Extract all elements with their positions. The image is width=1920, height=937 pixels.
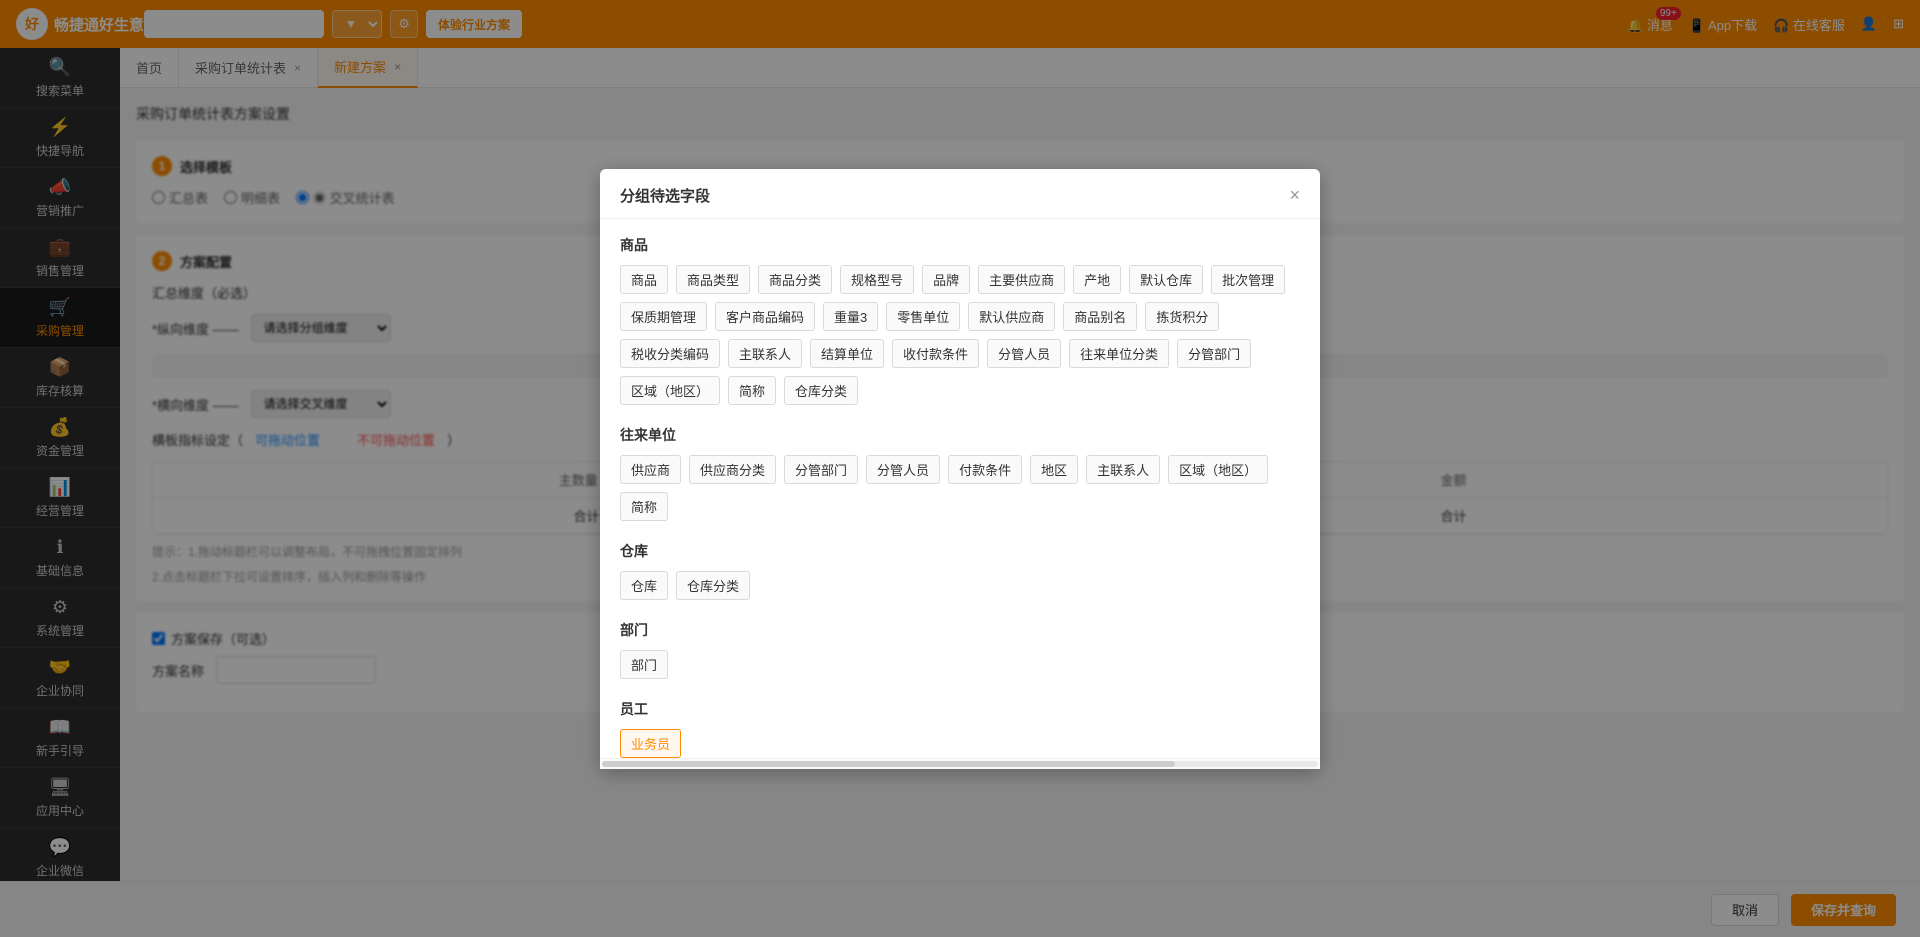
field-tag-retail-unit[interactable]: 零售单位 <box>886 302 960 331</box>
modal-close-button[interactable]: × <box>1289 185 1300 206</box>
field-tag-supervisor2[interactable]: 分管人员 <box>866 455 940 484</box>
section-counterpart-title: 往来单位 <box>620 425 1300 445</box>
field-tag-main-contact[interactable]: 主联系人 <box>728 339 802 368</box>
field-tag-batch-management[interactable]: 批次管理 <box>1211 265 1285 294</box>
section-employee: 员工 业务员 <box>620 699 1300 758</box>
field-tag-payment-terms[interactable]: 收付款条件 <box>892 339 979 368</box>
modal-title: 分组待选字段 <box>620 185 710 206</box>
modal-header: 分组待选字段 × <box>600 169 1320 219</box>
field-tag-warehouse-cat[interactable]: 仓库分类 <box>676 571 750 600</box>
field-tag-settlement-unit[interactable]: 结算单位 <box>810 339 884 368</box>
field-tag-department[interactable]: 部门 <box>620 650 668 679</box>
field-tag-goods-type[interactable]: 商品类型 <box>676 265 750 294</box>
field-tag-counterpart-category[interactable]: 往来单位分类 <box>1069 339 1169 368</box>
field-tag-default-warehouse[interactable]: 默认仓库 <box>1129 265 1203 294</box>
section-employee-tags: 业务员 <box>620 729 1300 758</box>
field-tag-supervisor[interactable]: 分管人员 <box>987 339 1061 368</box>
field-tag-salesperson[interactable]: 业务员 <box>620 729 681 758</box>
field-tag-origin[interactable]: 产地 <box>1073 265 1121 294</box>
section-goods-title: 商品 <box>620 235 1300 255</box>
section-warehouse: 仓库 仓库 仓库分类 <box>620 541 1300 600</box>
field-tag-goods-category[interactable]: 商品分类 <box>758 265 832 294</box>
section-goods-tags: 商品 商品类型 商品分类 规格型号 品牌 主要供应商 产地 默认仓库 批次管理 … <box>620 265 1300 405</box>
section-warehouse-tags: 仓库 仓库分类 <box>620 571 1300 600</box>
modal-body: 商品 商品 商品类型 商品分类 规格型号 品牌 主要供应商 产地 默认仓库 批次… <box>600 219 1320 758</box>
field-tag-main-contact2[interactable]: 主联系人 <box>1086 455 1160 484</box>
field-tag-dept[interactable]: 分管部门 <box>1177 339 1251 368</box>
field-tag-region[interactable]: 区域（地区） <box>620 376 720 405</box>
field-tag-short-name[interactable]: 简称 <box>728 376 776 405</box>
field-tag-short-name2[interactable]: 简称 <box>620 492 668 521</box>
field-tag-tax-code[interactable]: 税收分类编码 <box>620 339 720 368</box>
field-tag-goods[interactable]: 商品 <box>620 265 668 294</box>
field-tag-spec-model[interactable]: 规格型号 <box>840 265 914 294</box>
field-tag-pick-score[interactable]: 拣货积分 <box>1145 302 1219 331</box>
section-employee-title: 员工 <box>620 699 1300 719</box>
field-tag-warehouse-category[interactable]: 仓库分类 <box>784 376 858 405</box>
field-tag-region2[interactable]: 区域（地区） <box>1168 455 1268 484</box>
field-tag-weight3[interactable]: 重量3 <box>823 302 878 331</box>
section-counterpart: 往来单位 供应商 供应商分类 分管部门 分管人员 付款条件 地区 主联系人 区域… <box>620 425 1300 521</box>
modal-scrollbar-h[interactable] <box>600 758 1320 769</box>
section-department-title: 部门 <box>620 620 1300 640</box>
section-department-tags: 部门 <box>620 650 1300 679</box>
field-tag-goods-alias[interactable]: 商品别名 <box>1063 302 1137 331</box>
section-department: 部门 部门 <box>620 620 1300 679</box>
field-tag-brand[interactable]: 品牌 <box>922 265 970 294</box>
field-tag-supplier[interactable]: 供应商 <box>620 455 681 484</box>
field-tag-dept2[interactable]: 分管部门 <box>784 455 858 484</box>
section-warehouse-title: 仓库 <box>620 541 1300 561</box>
field-tag-warehouse[interactable]: 仓库 <box>620 571 668 600</box>
section-counterpart-tags: 供应商 供应商分类 分管部门 分管人员 付款条件 地区 主联系人 区域（地区） … <box>620 455 1300 521</box>
field-tag-main-supplier[interactable]: 主要供应商 <box>978 265 1065 294</box>
field-tag-area[interactable]: 地区 <box>1030 455 1078 484</box>
field-tag-shelf-life[interactable]: 保质期管理 <box>620 302 707 331</box>
field-tag-customer-code[interactable]: 客户商品编码 <box>715 302 815 331</box>
field-tag-payment-cond[interactable]: 付款条件 <box>948 455 1022 484</box>
section-goods: 商品 商品 商品类型 商品分类 规格型号 品牌 主要供应商 产地 默认仓库 批次… <box>620 235 1300 405</box>
field-tag-default-supplier[interactable]: 默认供应商 <box>968 302 1055 331</box>
field-tag-supplier-category[interactable]: 供应商分类 <box>689 455 776 484</box>
field-selection-modal: 分组待选字段 × 商品 商品 商品类型 商品分类 规格型号 品牌 主要供应商 产… <box>600 169 1320 769</box>
